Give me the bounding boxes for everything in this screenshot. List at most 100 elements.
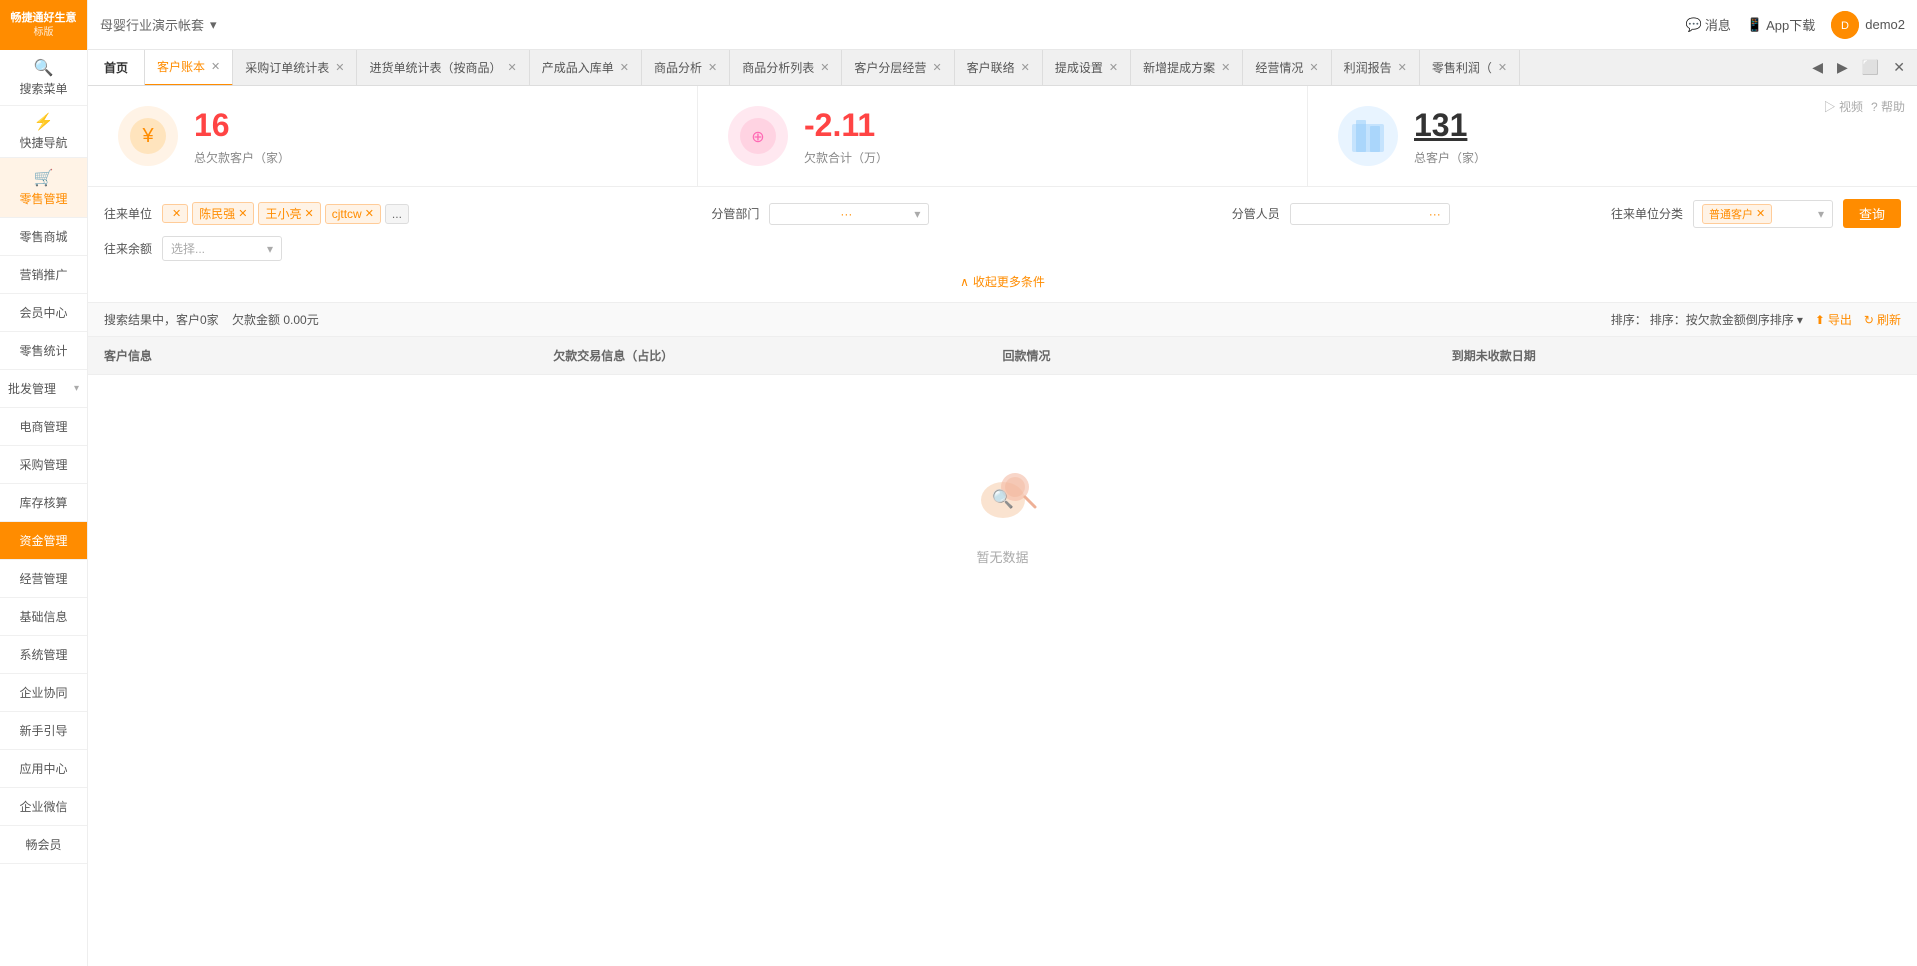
balance-select[interactable]: 选择... ▾ — [162, 236, 282, 261]
tab-close-purchase-order[interactable]: ✕ — [335, 61, 344, 74]
help-link[interactable]: ? 帮助 — [1871, 98, 1905, 115]
empty-state: 🔍 暂无数据 — [88, 375, 1917, 646]
sidebar-item-marketing[interactable]: 营销推广 — [0, 256, 87, 294]
tab-close-cost-stock[interactable]: ✕ — [620, 61, 629, 74]
tab-close-stock-stats[interactable]: ✕ — [508, 61, 517, 74]
tab-home[interactable]: 首页 — [88, 50, 145, 86]
filter-tag-wang[interactable]: 王小亮 ✕ — [258, 202, 320, 225]
tab-close-customer-segment[interactable]: ✕ — [932, 61, 941, 74]
stat-label-debt: 欠款合计（万） — [804, 149, 888, 166]
tab-cost-stock[interactable]: 产成品入库单 ✕ — [530, 50, 642, 86]
tab-purchase-order[interactable]: 采购订单统计表 ✕ — [233, 50, 357, 86]
category-label: 往来单位分类 — [1611, 205, 1683, 222]
person-more[interactable]: ··· — [1429, 207, 1441, 221]
tab-goods-analysis[interactable]: 商品分析 ✕ — [642, 50, 730, 86]
tab-retail-profit[interactable]: 零售利润（ ✕ — [1420, 50, 1520, 86]
tab-customer-segment[interactable]: 客户分层经营 ✕ — [842, 50, 954, 86]
tab-close-new-promotion[interactable]: ✕ — [1221, 61, 1230, 74]
tab-actions: ◀ ▶ ⬜ ✕ — [1806, 57, 1917, 78]
sidebar-item-newbie[interactable]: 新手引导 — [0, 712, 87, 750]
app-download-button[interactable]: 📱 App下载 — [1747, 15, 1815, 34]
video-help-link[interactable]: ▷ 视频 — [1824, 98, 1863, 115]
account-selector[interactable]: 母婴行业演示帐套 ▾ — [100, 15, 217, 34]
query-button[interactable]: 查询 — [1843, 199, 1901, 228]
sidebar-item-wechat[interactable]: 企业微信 — [0, 788, 87, 826]
tab-scroll-left[interactable]: ◀ — [1806, 57, 1829, 78]
tab-close-goods-analysis-list[interactable]: ✕ — [820, 61, 829, 74]
tab-scroll-right[interactable]: ▶ — [1831, 57, 1854, 78]
stat-label-total: 总客户（家） — [1414, 149, 1486, 166]
sidebar-item-retail-stats[interactable]: 零售统计 — [0, 332, 87, 370]
tab-close-all[interactable]: ✕ — [1887, 57, 1911, 78]
tab-close-profit-report[interactable]: ✕ — [1398, 61, 1407, 74]
stat-total-debt-customers: ¥ 16 总欠款客户（家） — [88, 86, 698, 186]
sidebar-item-system[interactable]: 系统管理 — [0, 636, 87, 674]
tab-close-operation-status[interactable]: ✕ — [1309, 61, 1318, 74]
tab-close-customer-contact[interactable]: ✕ — [1021, 61, 1030, 74]
sidebar-item-finance[interactable]: 资金管理 — [0, 522, 87, 560]
filter-tag-cjttcw[interactable]: cjttcw ✕ — [325, 204, 381, 224]
tab-close-promotion-settings[interactable]: ✕ — [1109, 61, 1118, 74]
tag-close-cjttcw[interactable]: ✕ — [365, 207, 374, 220]
filter-tag-empty[interactable]: ✕ — [162, 204, 188, 223]
stat-num-customers: 16 — [194, 106, 290, 144]
sidebar-item-member[interactable]: 会员中心 — [0, 294, 87, 332]
tag-close-empty[interactable]: ✕ — [172, 207, 181, 220]
sidebar-item-enterprise[interactable]: 企业协同 — [0, 674, 87, 712]
tag-close-chen[interactable]: ✕ — [238, 207, 247, 220]
filter-tag-more[interactable]: ... — [385, 204, 409, 224]
sidebar-item-wholesale[interactable]: 批发管理 ▾ — [0, 370, 87, 408]
refresh-button[interactable]: ↻ 刷新 — [1864, 311, 1901, 328]
filter-row-2: 往来余额 选择... ▾ — [104, 236, 1901, 261]
sidebar-item-vip[interactable]: 畅会员 — [0, 826, 87, 864]
sidebar-item-inventory[interactable]: 库存核算 — [0, 484, 87, 522]
sidebar-item-purchase[interactable]: 采购管理 — [0, 446, 87, 484]
tab-close-retail-profit[interactable]: ✕ — [1498, 61, 1507, 74]
stat-num-debt: -2.11 — [804, 106, 888, 144]
sidebar-item-quick[interactable]: ⚡ 快捷导航 — [0, 106, 87, 158]
stat-label-customers: 总欠款客户（家） — [194, 149, 290, 166]
tab-close-goods-analysis[interactable]: ✕ — [708, 61, 717, 74]
sidebar-item-ecommerce[interactable]: 电商管理 — [0, 408, 87, 446]
tab-operation-status[interactable]: 经营情况 ✕ — [1243, 50, 1331, 86]
tab-new-promotion[interactable]: 新增提成方案 ✕ — [1131, 50, 1243, 86]
tab-maximize[interactable]: ⬜ — [1856, 57, 1885, 78]
filter-tag-chen[interactable]: 陈民强 ✕ — [192, 202, 254, 225]
unit-label: 往来单位 — [104, 205, 152, 222]
col-header-debt: 欠款交易信息（占比） — [553, 347, 1002, 364]
svg-text:D: D — [1841, 20, 1849, 32]
sidebar-item-retail-mall[interactable]: 零售商城 — [0, 218, 87, 256]
sidebar: 畅捷通好生意 标版 🔍 搜索菜单 ⚡ 快捷导航 🛒 零售管理 零售商城 营销推广… — [0, 0, 88, 966]
dept-select[interactable]: ··· ▾ — [769, 203, 929, 225]
sort-selector[interactable]: 排序： 排序：按欠款金额倒序排序 ▾ — [1611, 311, 1803, 328]
sidebar-item-apps[interactable]: 应用中心 — [0, 750, 87, 788]
stat-total-customers: 131 总客户（家） ▷ 视频 ? 帮助 — [1308, 86, 1917, 186]
topbar: 母婴行业演示帐套 ▾ 💬 消息 📱 App下载 D demo2 — [88, 0, 1917, 50]
export-button[interactable]: ⬆ 导出 — [1815, 311, 1852, 328]
tab-stock-stats[interactable]: 进货单统计表（按商品） ✕ — [357, 50, 529, 86]
sidebar-item-retail[interactable]: 🛒 零售管理 — [0, 158, 87, 218]
table-header: 客户信息 欠款交易信息（占比） 回款情况 到期未收款日期 — [88, 337, 1917, 375]
tab-goods-analysis-list[interactable]: 商品分析列表 ✕ — [730, 50, 842, 86]
category-tag-close[interactable]: ✕ — [1756, 207, 1765, 220]
category-select[interactable]: 普通客户 ✕ ▾ — [1693, 200, 1833, 228]
sidebar-item-search[interactable]: 🔍 搜索菜单 — [0, 50, 87, 106]
person-select[interactable]: ··· — [1290, 203, 1450, 225]
message-button[interactable]: 💬 消息 — [1686, 15, 1731, 34]
tab-close-customer-book[interactable]: ✕ — [211, 60, 220, 73]
stats-bar: ¥ 16 总欠款客户（家） ⊕ -2.11 欠款合计（万） — [88, 86, 1917, 187]
tab-profit-report[interactable]: 利润报告 ✕ — [1332, 50, 1420, 86]
sidebar-item-basic[interactable]: 基础信息 — [0, 598, 87, 636]
dept-more[interactable]: ··· — [840, 207, 852, 221]
results-actions: 排序： 排序：按欠款金额倒序排序 ▾ ⬆ 导出 ↻ 刷新 — [1611, 311, 1901, 328]
tag-close-wang[interactable]: ✕ — [304, 207, 313, 220]
balance-label: 往来余额 — [104, 240, 152, 257]
tab-promotion-settings[interactable]: 提成设置 ✕ — [1043, 50, 1131, 86]
tab-customer-contact[interactable]: 客户联络 ✕ — [955, 50, 1043, 86]
dept-arrow: ▾ — [914, 207, 920, 221]
collapse-button[interactable]: ∧ 收起更多条件 — [960, 273, 1045, 290]
sidebar-item-operation[interactable]: 经营管理 — [0, 560, 87, 598]
user-menu[interactable]: D demo2 — [1831, 11, 1905, 39]
tab-customer-book[interactable]: 客户账本 ✕ — [145, 50, 233, 86]
category-tag[interactable]: 普通客户 ✕ — [1702, 204, 1772, 224]
